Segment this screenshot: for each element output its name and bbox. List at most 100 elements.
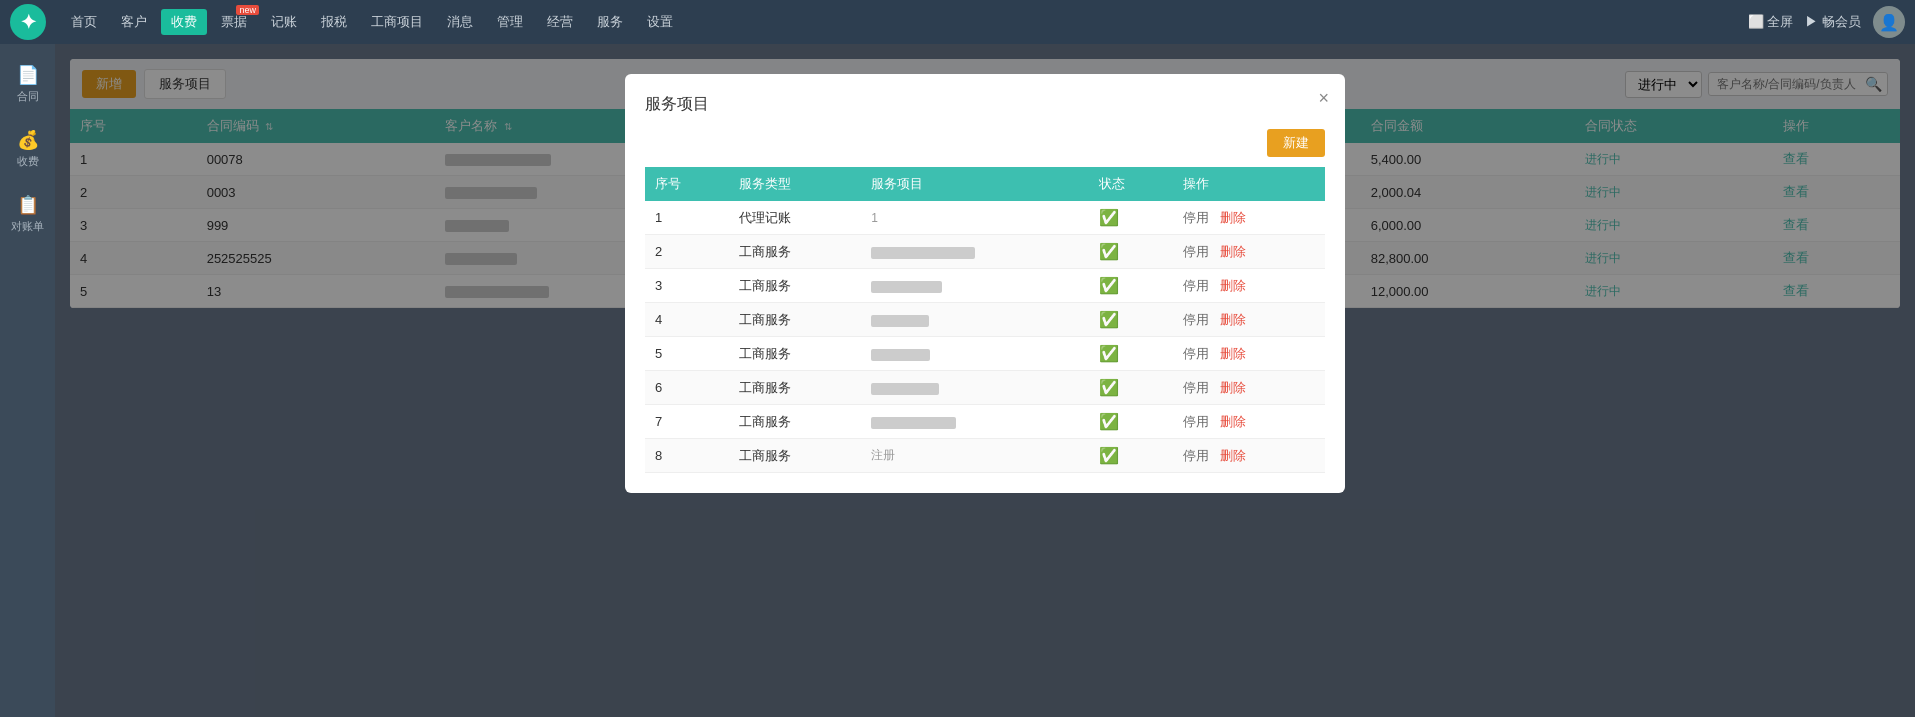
status-check-icon: ✅ (1099, 243, 1119, 260)
status-check-icon: ✅ (1099, 447, 1119, 464)
modal-cell-seq: 3 (645, 269, 729, 303)
modal-col-seq: 序号 (645, 167, 729, 201)
list-item: 4 工商服务 ✅ 停用 删除 (645, 303, 1325, 337)
stop-button[interactable]: 停用 (1183, 210, 1209, 225)
status-check-icon: ✅ (1099, 345, 1119, 362)
modal-cell-seq: 5 (645, 337, 729, 371)
modal-table-body: 1 代理记账 1 ✅ 停用 删除 2 工商服务 ✅ 停用 删除 3 工商服务 ✅ (645, 201, 1325, 473)
main-content-area: 新增 服务项目 进行中 全部 已结束 🔍 (55, 44, 1915, 717)
nav-right-area: ⬜ 全屏 ▶ 畅会员 👤 (1748, 6, 1905, 38)
nav-charge[interactable]: 收费 (161, 9, 207, 35)
modal-cell-item (861, 371, 1089, 405)
sidebar-item-contract[interactable]: 📄 合同 (3, 54, 53, 114)
status-check-icon: ✅ (1099, 413, 1119, 430)
modal-cell-action[interactable]: 停用 删除 (1173, 337, 1325, 371)
nav-settings[interactable]: 设置 (637, 9, 683, 35)
service-items-table: 序号 服务类型 服务项目 状态 操作 1 代理记账 1 ✅ 停用 (645, 167, 1325, 473)
modal-toolbar: 新建 (645, 129, 1325, 157)
sidebar-item-reconciliation[interactable]: 📋 对账单 (3, 184, 53, 244)
list-item: 2 工商服务 ✅ 停用 删除 (645, 235, 1325, 269)
modal-cell-action[interactable]: 停用 删除 (1173, 405, 1325, 439)
modal-title: 服务项目 (645, 94, 1325, 115)
modal-cell-action[interactable]: 停用 删除 (1173, 201, 1325, 235)
nav-ticket[interactable]: 票据 new (211, 9, 257, 35)
charge-icon: 💰 (17, 129, 39, 151)
delete-button[interactable]: 删除 (1220, 244, 1246, 259)
modal-cell-type: 工商服务 (729, 405, 861, 439)
nav-operation[interactable]: 经营 (537, 9, 583, 35)
modal-cell-action[interactable]: 停用 删除 (1173, 235, 1325, 269)
modal-close-button[interactable]: × (1318, 88, 1329, 109)
modal-cell-status: ✅ (1089, 269, 1173, 303)
list-item: 1 代理记账 1 ✅ 停用 删除 (645, 201, 1325, 235)
avatar[interactable]: 👤 (1873, 6, 1905, 38)
sidebar-label-contract: 合同 (17, 89, 39, 104)
stop-button[interactable]: 停用 (1183, 414, 1209, 429)
modal-cell-item: 1 (861, 201, 1089, 235)
delete-button[interactable]: 删除 (1220, 210, 1246, 225)
modal-col-action: 操作 (1173, 167, 1325, 201)
modal-cell-type: 代理记账 (729, 201, 861, 235)
sidebar-label-reconciliation: 对账单 (11, 219, 44, 234)
list-item: 6 工商服务 ✅ 停用 删除 (645, 371, 1325, 405)
status-check-icon: ✅ (1099, 311, 1119, 328)
reconciliation-icon: 📋 (17, 194, 39, 216)
modal-cell-type: 工商服务 (729, 235, 861, 269)
modal-cell-status: ✅ (1089, 201, 1173, 235)
stop-button[interactable]: 停用 (1183, 244, 1209, 259)
delete-button[interactable]: 删除 (1220, 278, 1246, 293)
fullscreen-button[interactable]: ⬜ 全屏 (1748, 13, 1794, 31)
modal-cell-item (861, 405, 1089, 439)
delete-button[interactable]: 删除 (1220, 312, 1246, 327)
list-item: 7 工商服务 ✅ 停用 删除 (645, 405, 1325, 439)
status-check-icon: ✅ (1099, 379, 1119, 396)
stop-button[interactable]: 停用 (1183, 448, 1209, 463)
nav-customer[interactable]: 客户 (111, 9, 157, 35)
delete-button[interactable]: 删除 (1220, 380, 1246, 395)
modal-cell-seq: 2 (645, 235, 729, 269)
modal-cell-item (861, 235, 1089, 269)
modal-new-button[interactable]: 新建 (1267, 129, 1325, 157)
delete-button[interactable]: 删除 (1220, 448, 1246, 463)
modal-cell-item (861, 303, 1089, 337)
new-badge: new (236, 5, 259, 15)
sidebar-item-charge[interactable]: 💰 收费 (3, 119, 53, 179)
modal-cell-type: 工商服务 (729, 439, 861, 473)
modal-cell-type: 工商服务 (729, 337, 861, 371)
modal-cell-action[interactable]: 停用 删除 (1173, 269, 1325, 303)
modal-cell-item (861, 337, 1089, 371)
modal-cell-item (861, 269, 1089, 303)
stop-button[interactable]: 停用 (1183, 278, 1209, 293)
nav-manage[interactable]: 管理 (487, 9, 533, 35)
main-layout: 📄 合同 💰 收费 📋 对账单 新增 服务项目 进行中 全部 已结束 (0, 44, 1915, 717)
modal-cell-status: ✅ (1089, 371, 1173, 405)
modal-col-type: 服务类型 (729, 167, 861, 201)
nav-home[interactable]: 首页 (61, 9, 107, 35)
stop-button[interactable]: 停用 (1183, 346, 1209, 361)
stop-button[interactable]: 停用 (1183, 380, 1209, 395)
modal-cell-action[interactable]: 停用 删除 (1173, 303, 1325, 337)
modal-col-item: 服务项目 (861, 167, 1089, 201)
modal-table-wrap[interactable]: 序号 服务类型 服务项目 状态 操作 1 代理记账 1 ✅ 停用 (645, 167, 1325, 473)
nav-service[interactable]: 服务 (587, 9, 633, 35)
nav-bookkeeping[interactable]: 记账 (261, 9, 307, 35)
stop-button[interactable]: 停用 (1183, 312, 1209, 327)
nav-business[interactable]: 工商项目 (361, 9, 433, 35)
membership-button[interactable]: ▶ 畅会员 (1805, 13, 1861, 31)
modal-cell-seq: 7 (645, 405, 729, 439)
modal-cell-action[interactable]: 停用 删除 (1173, 439, 1325, 473)
top-navigation: ✦ 首页 客户 收费 票据 new 记账 报税 工商项目 消息 管理 经营 服务… (0, 0, 1915, 44)
service-items-modal: 服务项目 × 新建 序号 服务类型 服务项目 状态 操作 (625, 74, 1345, 493)
modal-cell-seq: 4 (645, 303, 729, 337)
status-check-icon: ✅ (1099, 277, 1119, 294)
delete-button[interactable]: 删除 (1220, 346, 1246, 361)
modal-cell-seq: 8 (645, 439, 729, 473)
nav-tax[interactable]: 报税 (311, 9, 357, 35)
modal-cell-status: ✅ (1089, 303, 1173, 337)
delete-button[interactable]: 删除 (1220, 414, 1246, 429)
modal-cell-action[interactable]: 停用 删除 (1173, 371, 1325, 405)
nav-message[interactable]: 消息 (437, 9, 483, 35)
modal-header-row: 序号 服务类型 服务项目 状态 操作 (645, 167, 1325, 201)
contract-icon: 📄 (17, 64, 39, 86)
list-item: 5 工商服务 ✅ 停用 删除 (645, 337, 1325, 371)
